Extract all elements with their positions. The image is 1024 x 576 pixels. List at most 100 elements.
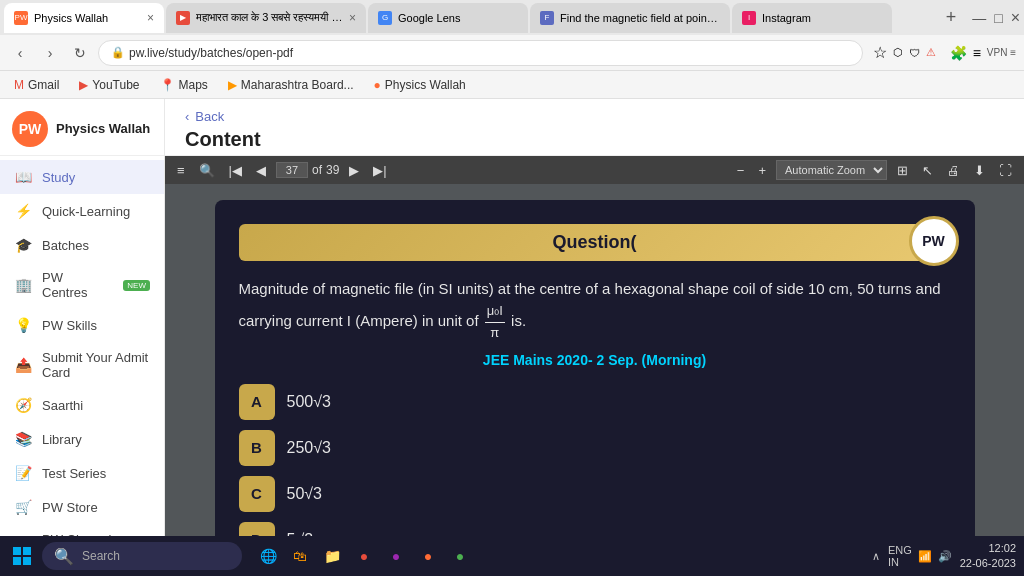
- taskbar-icon-purple[interactable]: ●: [384, 544, 408, 568]
- pw-store-icon: 🛒: [14, 498, 32, 516]
- tab-close-1[interactable]: ×: [147, 11, 154, 25]
- tab-magnetic-field[interactable]: F Find the magnetic field at point P dur…: [530, 3, 730, 33]
- bookmark-pw[interactable]: ● Physics Wallah: [368, 76, 472, 94]
- sidebar-item-pw-skills[interactable]: 💡 PW Skills: [0, 308, 164, 342]
- new-tab-btn[interactable]: +: [946, 7, 957, 28]
- bookmark-maps[interactable]: 📍 Maps: [154, 76, 214, 94]
- tab-bar: PW Physics Wallah × ▶ महाभारत काल के 3 स…: [0, 0, 1024, 35]
- pdf-print[interactable]: 🖨: [943, 161, 964, 180]
- pdf-prev-page[interactable]: ◀: [252, 161, 270, 180]
- option-label-b: B: [239, 430, 275, 466]
- gmail-favicon: M: [14, 78, 24, 92]
- bookmark-gmail[interactable]: M Gmail: [8, 76, 65, 94]
- nav-reload-btn[interactable]: ↻: [68, 41, 92, 65]
- nav-forward-btn[interactable]: ›: [38, 41, 62, 65]
- pdf-first-page[interactable]: |◀: [225, 161, 246, 180]
- bookmark-label: Maharashtra Board...: [241, 78, 354, 92]
- question-text: Magnitude of magnetic file (in SI units)…: [239, 277, 951, 344]
- bookmark-star-icon[interactable]: ☆: [873, 43, 887, 62]
- pdf-content[interactable]: Question( PW Magnitude of magnetic file …: [165, 184, 1024, 576]
- taskbar-clock[interactable]: 12:02 22-06-2023: [960, 541, 1016, 572]
- page-number-input[interactable]: 37: [276, 162, 308, 178]
- bookmark-maharashtra[interactable]: ▶ Maharashtra Board...: [222, 76, 360, 94]
- screenshot-icon[interactable]: ⬡: [893, 46, 903, 59]
- sidebar-item-submit-admit[interactable]: 📤 Submit Your Admit Card: [0, 342, 164, 388]
- new-badge: NEW: [123, 280, 150, 291]
- taskbar-icon-red1[interactable]: ●: [352, 544, 376, 568]
- maximize-btn[interactable]: □: [994, 10, 1002, 26]
- url-text: pw.live/study/batches/open-pdf: [129, 46, 293, 60]
- tab-instagram[interactable]: I Instagram: [732, 3, 892, 33]
- warning-icon[interactable]: ⚠: [926, 46, 936, 59]
- sidebar-item-quick-learning[interactable]: ⚡ Quick-Learning: [0, 194, 164, 228]
- sidebar-item-library[interactable]: 📚 Library: [0, 422, 164, 456]
- question-text-part2: is.: [511, 312, 526, 329]
- extensions-icon[interactable]: 🧩: [950, 45, 967, 61]
- menu-icon[interactable]: ≡: [973, 45, 981, 61]
- tab-physics-wallah[interactable]: PW Physics Wallah ×: [4, 3, 164, 33]
- taskbar-icon-orange[interactable]: ●: [416, 544, 440, 568]
- pdf-next-page[interactable]: ▶: [345, 161, 363, 180]
- start-button[interactable]: [8, 542, 36, 570]
- pdf-last-page[interactable]: ▶|: [369, 161, 390, 180]
- option-b: B 250√3: [239, 430, 951, 466]
- option-label-c: C: [239, 476, 275, 512]
- clock-date: 22-06-2023: [960, 556, 1016, 571]
- sidebar-item-study[interactable]: 📖 Study: [0, 160, 164, 194]
- taskbar-icon-green[interactable]: ●: [448, 544, 472, 568]
- test-series-icon: 📝: [14, 464, 32, 482]
- tab-actions: + — □ ×: [946, 7, 1020, 28]
- close-btn[interactable]: ×: [1011, 9, 1020, 27]
- taskbar-icon-browser[interactable]: 🌐: [256, 544, 280, 568]
- pdf-cursor-tool[interactable]: ↖: [918, 161, 937, 180]
- back-button[interactable]: ‹ Back: [185, 109, 1004, 124]
- windows-logo: [12, 546, 32, 566]
- nav-back-btn[interactable]: ‹: [8, 41, 32, 65]
- clock-time: 12:02: [960, 541, 1016, 556]
- pdf-fullscreen[interactable]: ⛶: [995, 161, 1016, 180]
- sidebar-item-test-series[interactable]: 📝 Test Series: [0, 456, 164, 490]
- security-icon[interactable]: 🛡: [909, 47, 920, 59]
- zoom-select[interactable]: Automatic Zoom 50% 75% 100% 125%: [776, 160, 887, 180]
- taskbar-icon-store[interactable]: 🛍: [288, 544, 312, 568]
- sidebar-item-batches[interactable]: 🎓 Batches: [0, 228, 164, 262]
- taskbar-icon-files[interactable]: 📁: [320, 544, 344, 568]
- address-bar: ‹ › ↻ 🔒 pw.live/study/batches/open-pdf ☆…: [0, 35, 1024, 71]
- back-arrow-icon: ‹: [185, 109, 189, 124]
- minimize-btn[interactable]: —: [972, 10, 986, 26]
- youtube-favicon: ▶: [79, 78, 88, 92]
- taskbar-search-icon: 🔍: [54, 547, 74, 566]
- browser-chrome: PW Physics Wallah × ▶ महाभारत काल के 3 स…: [0, 0, 1024, 99]
- page-total: 39: [326, 163, 339, 177]
- sidebar-item-pw-centres[interactable]: 🏢 PW Centres NEW: [0, 262, 164, 308]
- bookmarks-bar: M Gmail ▶ YouTube 📍 Maps ▶ Maharashtra B…: [0, 71, 1024, 99]
- pdf-download[interactable]: ⬇: [970, 161, 989, 180]
- tab-favicon-2: ▶: [176, 11, 190, 25]
- tab-favicon-5: I: [742, 11, 756, 25]
- pdf-search-btn[interactable]: 🔍: [195, 161, 219, 180]
- bookmark-youtube[interactable]: ▶ YouTube: [73, 76, 145, 94]
- pdf-zoom-out[interactable]: −: [733, 161, 749, 180]
- taskbar-search-bar[interactable]: 🔍 Search: [42, 542, 242, 570]
- url-bar[interactable]: 🔒 pw.live/study/batches/open-pdf: [98, 40, 863, 66]
- pdf-grid-view[interactable]: ⊞: [893, 161, 912, 180]
- tab-close-2[interactable]: ×: [349, 11, 356, 25]
- maharashtra-favicon: ▶: [228, 78, 237, 92]
- pdf-zoom-in[interactable]: +: [754, 161, 770, 180]
- svg-rect-1: [23, 547, 31, 555]
- sidebar-item-pw-store[interactable]: 🛒 PW Store: [0, 490, 164, 524]
- pw-centres-label: PW Centres: [42, 270, 111, 300]
- sidebar-item-saarthi[interactable]: 🧭 Saarthi: [0, 388, 164, 422]
- math-fraction: μ₀I π: [485, 301, 505, 344]
- question-text-part1: Magnitude of magnetic file (in SI units)…: [239, 280, 941, 329]
- pdf-sidebar-toggle[interactable]: ≡: [173, 161, 189, 180]
- taskbar-chevron-icon[interactable]: ∧: [872, 550, 880, 563]
- pw-store-label: PW Store: [42, 500, 98, 515]
- question-header-text: Question(: [553, 232, 637, 252]
- wifi-icon[interactable]: 📶: [918, 550, 932, 563]
- volume-icon[interactable]: 🔊: [938, 550, 952, 563]
- saarthi-icon: 🧭: [14, 396, 32, 414]
- tab-google-lens[interactable]: G Google Lens: [368, 3, 528, 33]
- tab-mahabharata[interactable]: ▶ महाभारत काल के 3 सबसे रहस्यमयी जगहें ×: [166, 3, 366, 33]
- option-c: C 50√3: [239, 476, 951, 512]
